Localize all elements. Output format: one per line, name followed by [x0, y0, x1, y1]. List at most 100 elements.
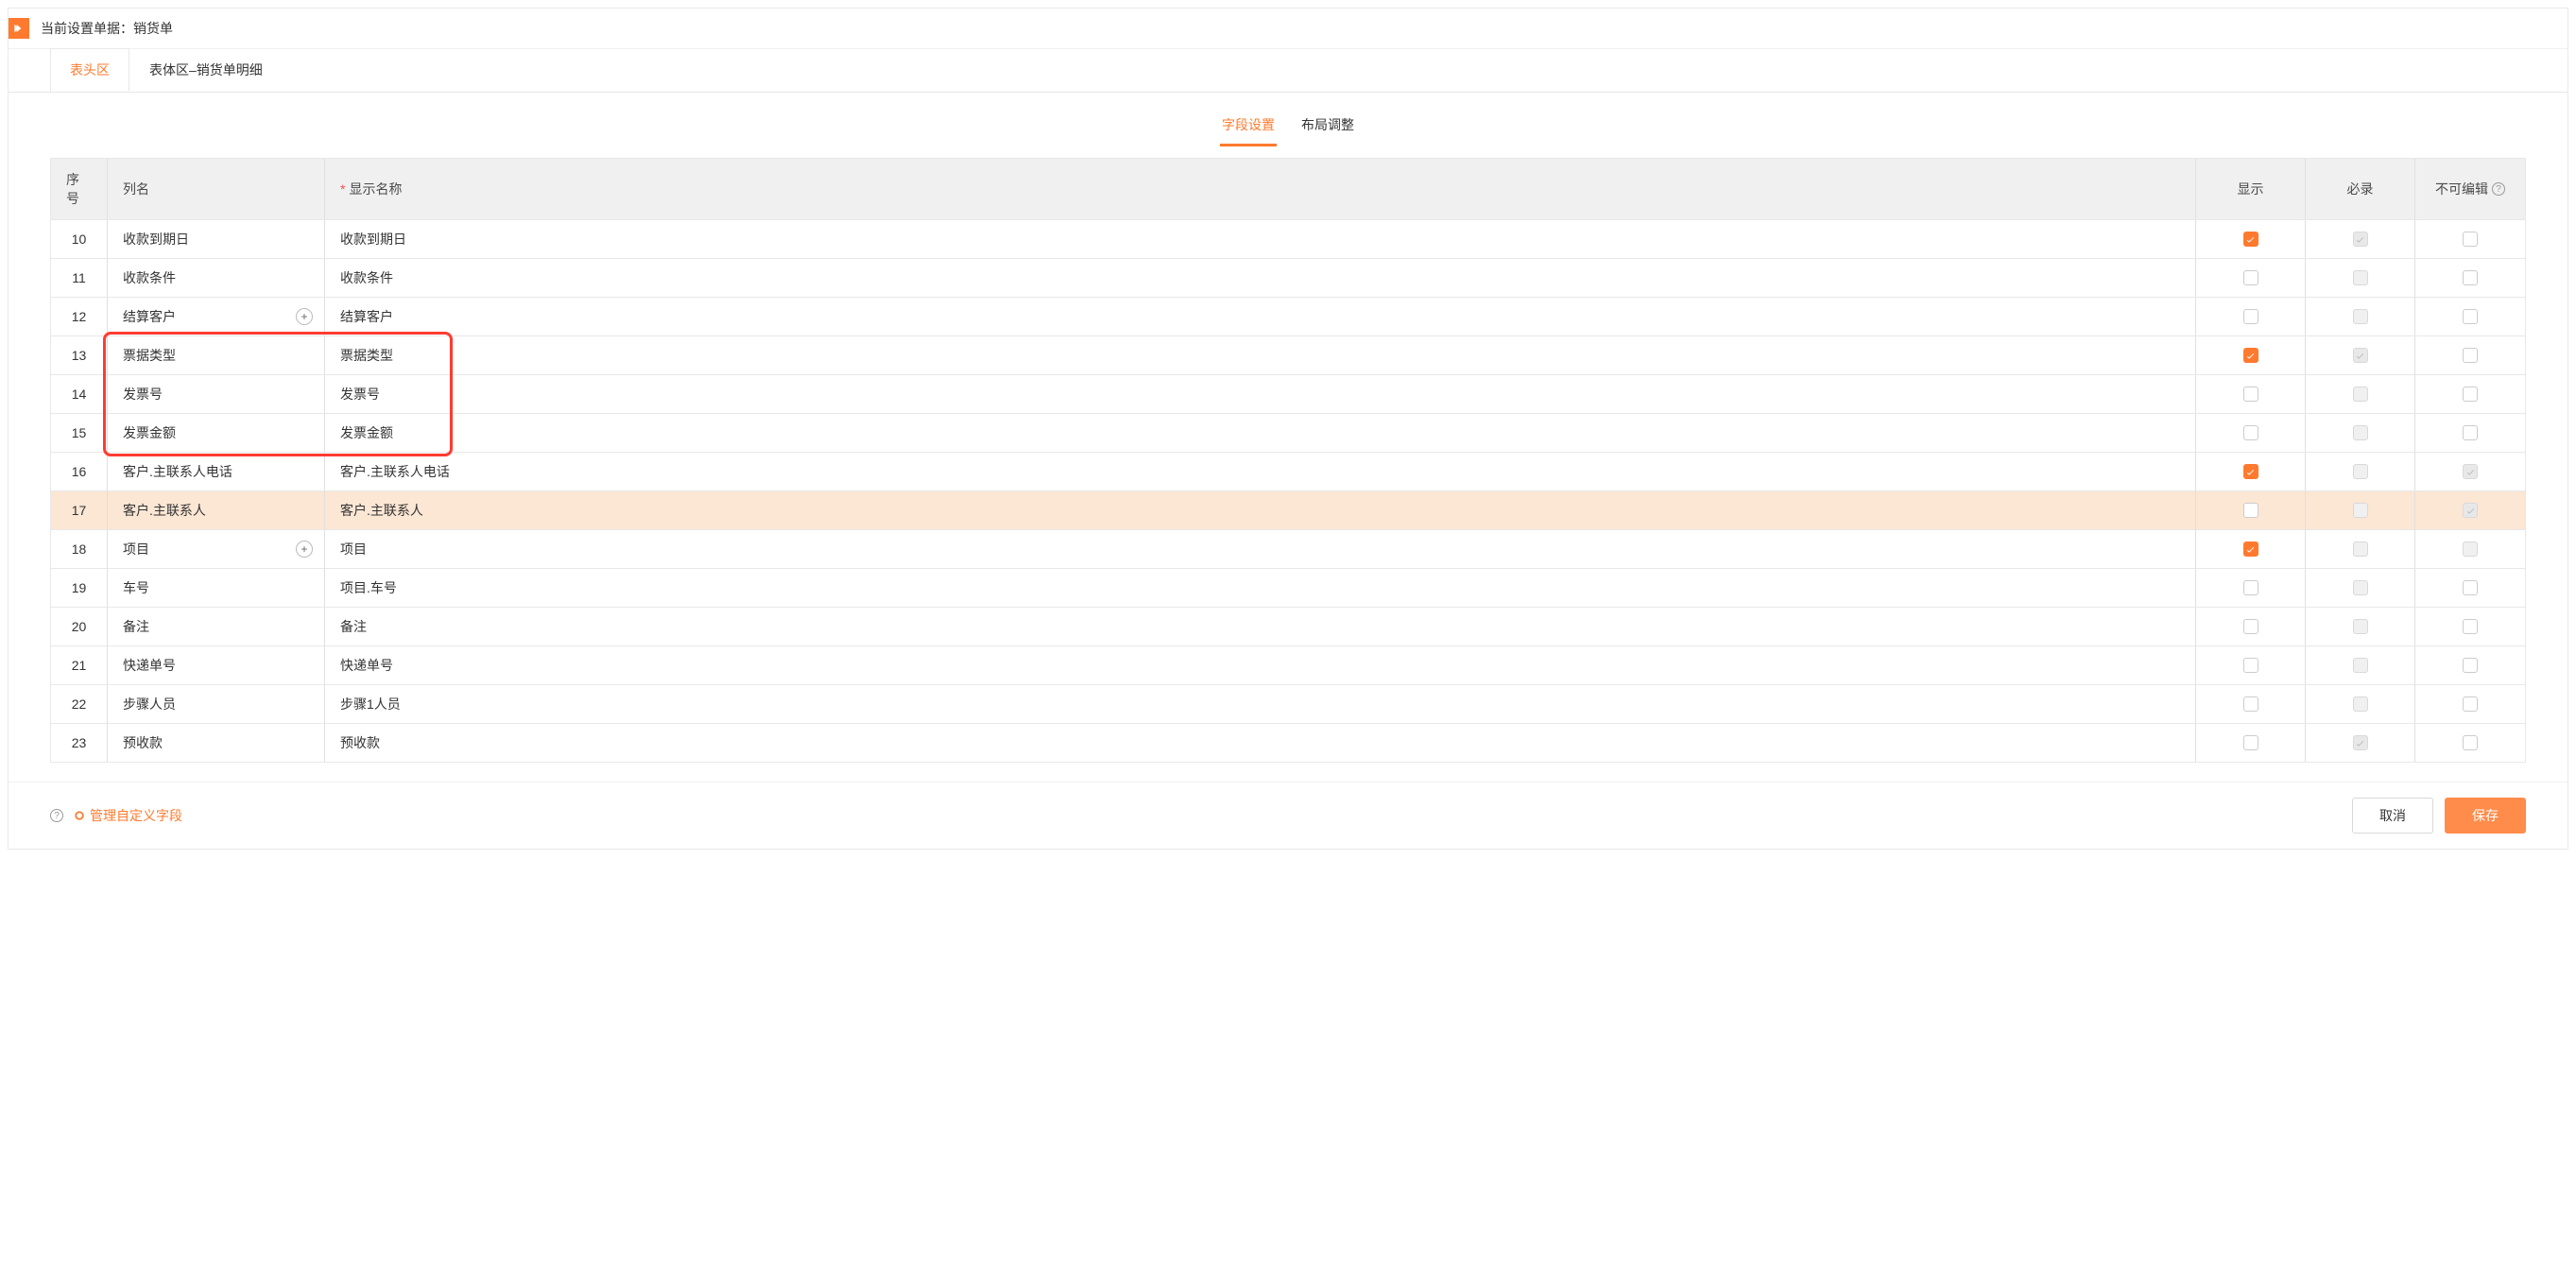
show-checkbox[interactable] [2243, 580, 2258, 595]
cell-seq: 21 [51, 646, 108, 684]
show-checkbox[interactable] [2243, 309, 2258, 324]
cell-display[interactable]: 收款条件 [325, 259, 2196, 297]
cell-display[interactable]: 客户.主联系人电话 [325, 453, 2196, 490]
cell-seq: 16 [51, 453, 108, 490]
show-checkbox[interactable] [2243, 232, 2258, 247]
cell-display[interactable]: 预收款 [325, 724, 2196, 762]
show-checkbox[interactable] [2243, 270, 2258, 285]
show-checkbox[interactable] [2243, 619, 2258, 634]
show-checkbox[interactable] [2243, 425, 2258, 440]
required-checkbox [2353, 232, 2368, 247]
cancel-button[interactable]: 取消 [2352, 798, 2433, 834]
cell-display[interactable]: 项目.车号 [325, 569, 2196, 607]
show-checkbox[interactable] [2243, 735, 2258, 750]
cell-name: 结算客户+ [108, 298, 325, 335]
show-checkbox[interactable] [2243, 348, 2258, 363]
noedit-checkbox[interactable] [2463, 387, 2478, 402]
table-row: 23预收款预收款 [51, 723, 2525, 762]
show-checkbox[interactable] [2243, 387, 2258, 402]
cell-seq: 23 [51, 724, 108, 762]
table-row: 20备注备注 [51, 607, 2525, 645]
cell-show [2196, 608, 2306, 645]
cell-display[interactable]: 票据类型 [325, 336, 2196, 374]
cell-noedit [2415, 375, 2525, 413]
cell-name: 发票金额 [108, 414, 325, 452]
table-row: 19车号项目.车号 [51, 568, 2525, 607]
table-row: 16客户.主联系人电话客户.主联系人电话 [51, 452, 2525, 490]
header-bar: 当前设置单据：销货单 [9, 9, 2567, 49]
cell-name: 预收款 [108, 724, 325, 762]
cell-noedit [2415, 336, 2525, 374]
help-icon[interactable]: ? [50, 809, 63, 822]
cell-required [2306, 685, 2415, 723]
cell-seq: 18 [51, 530, 108, 568]
noedit-checkbox[interactable] [2463, 309, 2478, 324]
show-checkbox[interactable] [2243, 541, 2258, 557]
show-checkbox[interactable] [2243, 503, 2258, 518]
show-checkbox[interactable] [2243, 658, 2258, 673]
cell-noedit [2415, 298, 2525, 335]
required-checkbox [2353, 503, 2368, 518]
noedit-checkbox[interactable] [2463, 270, 2478, 285]
cell-name: 票据类型 [108, 336, 325, 374]
cell-show [2196, 685, 2306, 723]
cell-display[interactable]: 收款到期日 [325, 220, 2196, 258]
cell-seq: 12 [51, 298, 108, 335]
tab-0[interactable]: 表头区 [50, 48, 129, 92]
tab-1[interactable]: 表体区–销货单明细 [129, 48, 283, 92]
noedit-checkbox[interactable] [2463, 232, 2478, 247]
cell-required [2306, 530, 2415, 568]
cell-name: 收款条件 [108, 259, 325, 297]
main-tabs: 表头区表体区–销货单明细 [9, 48, 2567, 92]
cell-required [2306, 220, 2415, 258]
cell-required [2306, 569, 2415, 607]
cell-seq: 17 [51, 491, 108, 529]
required-checkbox [2353, 696, 2368, 712]
sub-tab-1[interactable]: 布局调整 [1299, 110, 1356, 146]
noedit-checkbox[interactable] [2463, 619, 2478, 634]
cell-noedit [2415, 414, 2525, 452]
cell-display[interactable]: 发票金额 [325, 414, 2196, 452]
cell-noedit [2415, 569, 2525, 607]
add-sub-field-icon[interactable]: + [296, 541, 313, 558]
manage-custom-fields-link[interactable]: 管理自定义字段 [73, 806, 182, 825]
table-row: 21快递单号快递单号 [51, 645, 2525, 684]
cell-name: 项目+ [108, 530, 325, 568]
cell-display[interactable]: 备注 [325, 608, 2196, 645]
cell-noedit [2415, 646, 2525, 684]
cell-display[interactable]: 步骤1人员 [325, 685, 2196, 723]
cell-display[interactable]: 结算客户 [325, 298, 2196, 335]
required-checkbox [2353, 309, 2368, 324]
noedit-checkbox[interactable] [2463, 658, 2478, 673]
required-checkbox [2353, 658, 2368, 673]
cell-display[interactable]: 发票号 [325, 375, 2196, 413]
cell-noedit [2415, 724, 2525, 762]
add-sub-field-icon[interactable]: + [296, 308, 313, 325]
sub-tab-0[interactable]: 字段设置 [1220, 110, 1277, 146]
table-header-row: 序号 列名 * 显示名称 显示 必录 不可编辑 ? [51, 159, 2525, 219]
cell-show [2196, 298, 2306, 335]
noedit-checkbox[interactable] [2463, 735, 2478, 750]
noedit-checkbox[interactable] [2463, 696, 2478, 712]
cell-display[interactable]: 项目 [325, 530, 2196, 568]
noedit-checkbox[interactable] [2463, 580, 2478, 595]
noedit-checkbox [2463, 464, 2478, 479]
gear-icon [73, 809, 86, 822]
show-checkbox[interactable] [2243, 464, 2258, 479]
cell-display[interactable]: 快递单号 [325, 646, 2196, 684]
page-title: 当前设置单据：销货单 [41, 19, 173, 38]
table-row: 11收款条件收款条件 [51, 258, 2525, 297]
cell-required [2306, 453, 2415, 490]
noedit-checkbox [2463, 503, 2478, 518]
expand-panel-button[interactable] [9, 18, 29, 39]
table-row: 13票据类型票据类型 [51, 335, 2525, 374]
noedit-checkbox[interactable] [2463, 348, 2478, 363]
cell-display[interactable]: 客户.主联系人 [325, 491, 2196, 529]
save-button[interactable]: 保存 [2445, 798, 2526, 834]
cell-required [2306, 336, 2415, 374]
show-checkbox[interactable] [2243, 696, 2258, 712]
noedit-checkbox[interactable] [2463, 425, 2478, 440]
help-icon[interactable]: ? [2492, 182, 2505, 196]
cell-noedit [2415, 530, 2525, 568]
noedit-checkbox [2463, 541, 2478, 557]
